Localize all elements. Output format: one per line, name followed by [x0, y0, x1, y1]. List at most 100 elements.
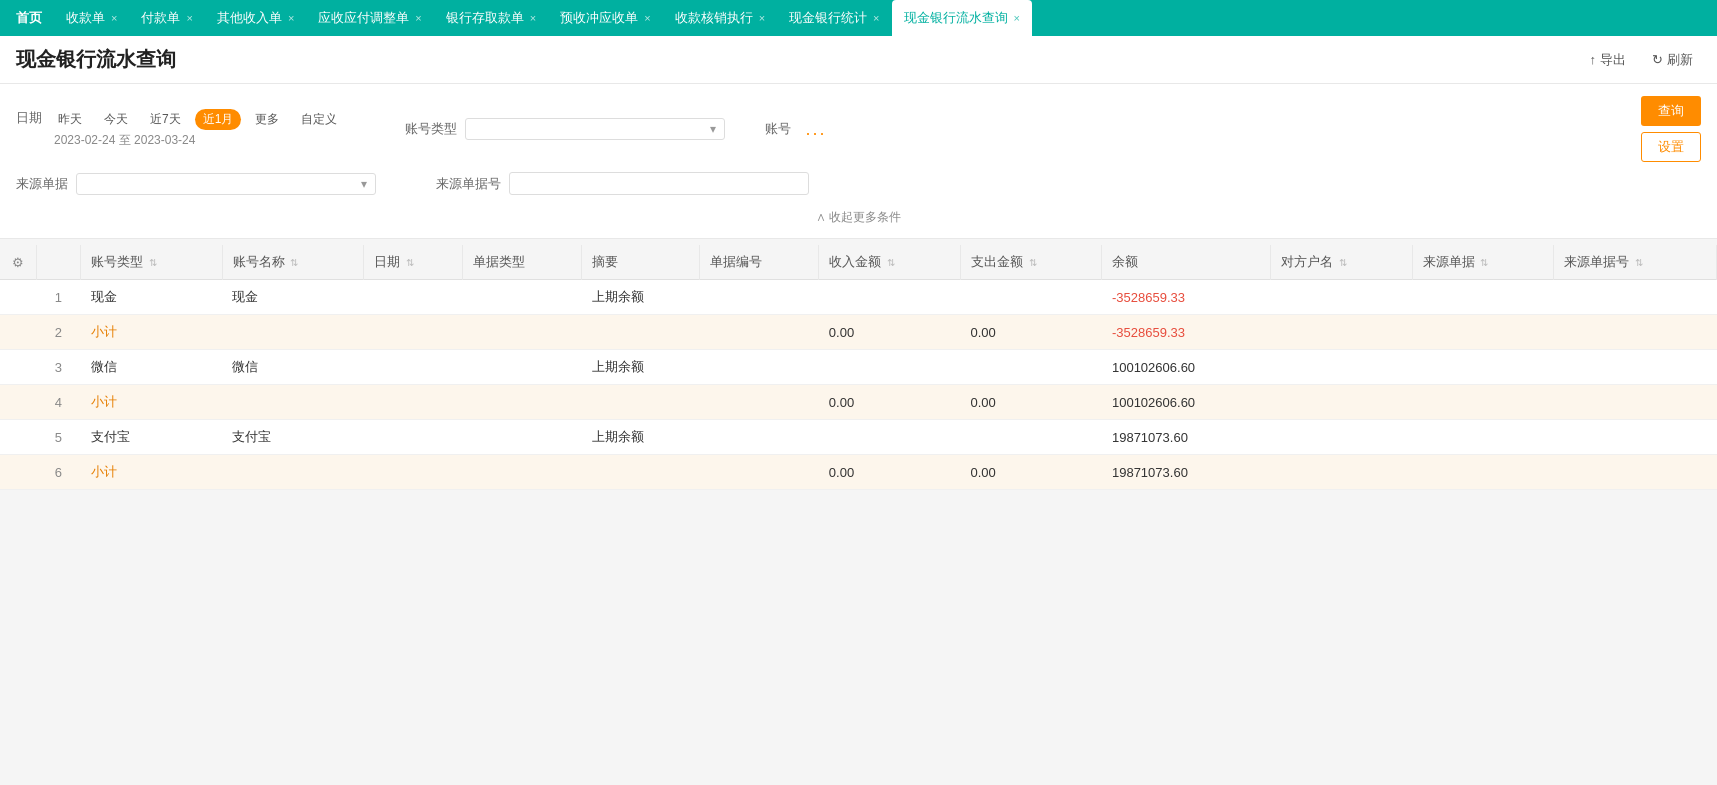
filter-row-1: 日期 昨天 今天 近7天 近1月 更多 自定义 2023-02-24 至 202… — [16, 96, 1701, 162]
table-cell — [1412, 420, 1554, 455]
col-source-doc[interactable]: 来源单据 ⇅ — [1412, 245, 1554, 280]
table-cell — [582, 385, 700, 420]
nav-tab-verify[interactable]: 收款核销执行 × — [663, 0, 777, 36]
settings-button[interactable]: 设置 — [1641, 132, 1701, 162]
close-icon[interactable]: × — [644, 12, 650, 24]
col-date[interactable]: 日期 ⇅ — [364, 245, 463, 280]
nav-tab-flow[interactable]: 现金银行流水查询 × — [892, 0, 1032, 36]
account-type-select[interactable]: ▾ — [465, 118, 725, 140]
source-doc-no-input[interactable] — [509, 172, 809, 195]
close-icon[interactable]: × — [288, 12, 294, 24]
chevron-down-icon: ▾ — [710, 122, 716, 136]
source-doc-select[interactable]: ▾ — [76, 173, 376, 195]
nav-tab-home[interactable]: 首页 — [4, 0, 54, 36]
table-cell: 微信 — [81, 350, 223, 385]
date-btn-more[interactable]: 更多 — [247, 109, 287, 130]
table-cell: 2 — [36, 315, 81, 350]
close-icon[interactable]: × — [415, 12, 421, 24]
table-cell: 现金 — [222, 280, 364, 315]
table-cell — [700, 455, 819, 490]
table-row: 6小计0.000.0019871073.60 — [0, 455, 1717, 490]
nav-tab-stats[interactable]: 现金银行统计 × — [777, 0, 891, 36]
col-income[interactable]: 收入金额 ⇅ — [819, 245, 961, 280]
table-cell — [700, 280, 819, 315]
table-cell — [1412, 455, 1554, 490]
col-summary: 摘要 — [582, 245, 700, 280]
table-cell — [582, 315, 700, 350]
page-header: 现金银行流水查询 ↑ 导出 ↻ 刷新 — [0, 36, 1717, 84]
nav-tab-other-income[interactable]: 其他收入单 × — [205, 0, 306, 36]
table-cell — [1554, 315, 1717, 350]
table-cell: 上期余额 — [582, 350, 700, 385]
table-cell: 6 — [36, 455, 81, 490]
sort-icon: ⇅ — [1480, 257, 1488, 268]
close-icon[interactable]: × — [759, 12, 765, 24]
nav-tab-adjustment[interactable]: 应收应付调整单 × — [306, 0, 433, 36]
collapse-bar[interactable]: ∧ 收起更多条件 — [16, 205, 1701, 230]
table-cell — [1412, 280, 1554, 315]
refresh-icon: ↻ — [1652, 52, 1663, 67]
nav-tab-receipt[interactable]: 收款单 × — [54, 0, 129, 36]
table-cell: 0.00 — [960, 385, 1102, 420]
sort-icon: ⇅ — [149, 257, 157, 268]
export-button[interactable]: ↑ 导出 — [1582, 47, 1635, 73]
query-button[interactable]: 查询 — [1641, 96, 1701, 126]
date-btn-custom[interactable]: 自定义 — [293, 109, 345, 130]
col-source-doc-no[interactable]: 来源单据号 ⇅ — [1554, 245, 1717, 280]
table-cell — [0, 455, 36, 490]
table-cell: 微信 — [222, 350, 364, 385]
close-icon[interactable]: × — [1014, 12, 1020, 24]
table-cell — [1554, 455, 1717, 490]
table-cell — [1554, 350, 1717, 385]
col-expense[interactable]: 支出金额 ⇅ — [960, 245, 1102, 280]
col-gear[interactable]: ⚙ — [0, 245, 36, 280]
col-counterpart[interactable]: 对方户名 ⇅ — [1271, 245, 1413, 280]
date-btn-today[interactable]: 今天 — [96, 109, 136, 130]
table-cell — [1271, 315, 1413, 350]
close-icon[interactable]: × — [873, 12, 879, 24]
top-nav: 首页 收款单 × 付款单 × 其他收入单 × 应收应付调整单 × 银行存取款单 … — [0, 0, 1717, 36]
table-cell: 支付宝 — [222, 420, 364, 455]
date-btn-yesterday[interactable]: 昨天 — [50, 109, 90, 130]
table-container: ⚙ 账号类型 ⇅ 账号名称 ⇅ 日期 ⇅ 单据类型 摘要 单据编号 收入金额 ⇅… — [0, 245, 1717, 490]
table-cell — [463, 350, 582, 385]
refresh-button[interactable]: ↻ 刷新 — [1644, 47, 1701, 73]
col-balance: 余额 — [1102, 245, 1271, 280]
table-row: 2小计0.000.00-3528659.33 — [0, 315, 1717, 350]
nav-tab-bank-deposit[interactable]: 银行存取款单 × — [434, 0, 548, 36]
table-cell — [463, 315, 582, 350]
table-cell: 0.00 — [819, 315, 961, 350]
export-icon: ↑ — [1590, 52, 1597, 67]
table-cell — [819, 420, 961, 455]
table-cell — [1554, 280, 1717, 315]
table-cell — [582, 455, 700, 490]
table-cell: 19871073.60 — [1102, 455, 1271, 490]
table-cell: 支付宝 — [81, 420, 223, 455]
table-cell — [819, 280, 961, 315]
source-doc-no-label: 来源单据号 — [436, 175, 501, 193]
nav-tab-payment[interactable]: 付款单 × — [129, 0, 204, 36]
date-btn-7days[interactable]: 近7天 — [142, 109, 189, 130]
table-cell — [364, 315, 463, 350]
nav-tab-advance[interactable]: 预收冲应收单 × — [548, 0, 662, 36]
table-cell — [463, 280, 582, 315]
table-cell: 1 — [36, 280, 81, 315]
close-icon[interactable]: × — [186, 12, 192, 24]
table-cell — [1271, 350, 1413, 385]
table-cell: -3528659.33 — [1102, 280, 1271, 315]
col-account-type[interactable]: 账号类型 ⇅ — [81, 245, 223, 280]
close-icon[interactable]: × — [530, 12, 536, 24]
table-cell — [0, 280, 36, 315]
gear-icon[interactable]: ⚙ — [12, 255, 24, 270]
table-cell — [364, 385, 463, 420]
col-account-name[interactable]: 账号名称 ⇅ — [222, 245, 364, 280]
table-cell — [960, 420, 1102, 455]
table-cell — [1554, 385, 1717, 420]
table-cell — [1554, 420, 1717, 455]
date-btn-1month[interactable]: 近1月 — [195, 109, 242, 130]
close-icon[interactable]: × — [111, 12, 117, 24]
table-cell — [463, 420, 582, 455]
dots-button[interactable]: ... — [799, 116, 832, 143]
table-cell — [1412, 315, 1554, 350]
table-cell — [1271, 420, 1413, 455]
